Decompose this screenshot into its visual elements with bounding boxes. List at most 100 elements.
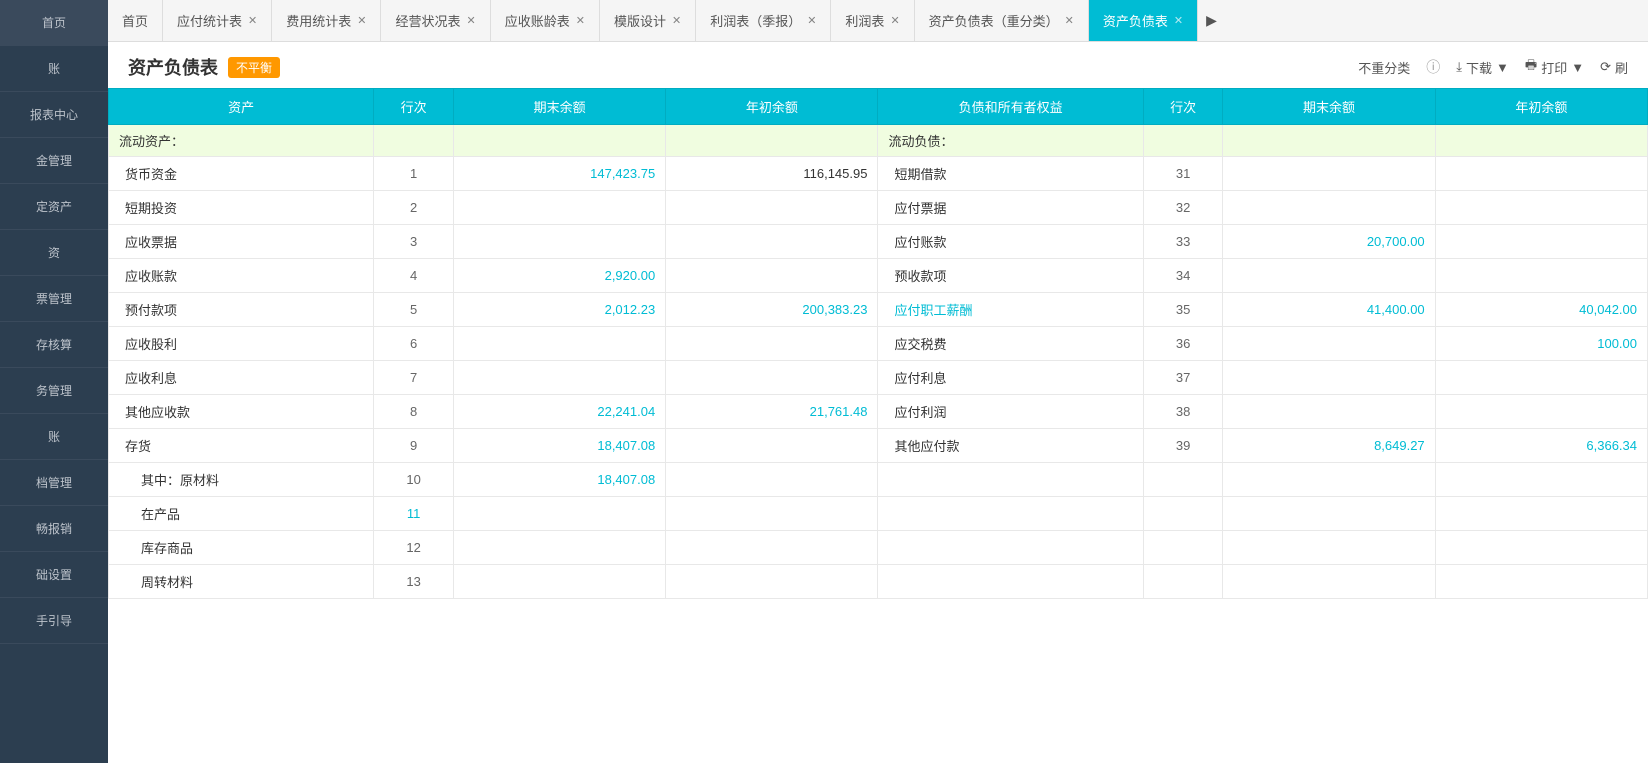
table-row: 应收账款 4 2,920.00 预收款项 34 [109, 259, 1648, 293]
left-end-amount [453, 531, 665, 565]
right-begin-amount[interactable]: 6,366.34 [1435, 429, 1647, 463]
left-label: 应收股利 [109, 327, 374, 361]
left-end-amount[interactable]: 147,423.75 [453, 157, 665, 191]
tab-arrow-right[interactable]: ▶ [1198, 12, 1225, 29]
table-row: 短期投资 2 应付票据 32 [109, 191, 1648, 225]
right-label[interactable]: 应付职工薪酬 [878, 293, 1143, 327]
print-icon: 🖶 [1525, 56, 1537, 78]
table-row: 应收股利 6 应交税费 36 100.00 [109, 327, 1648, 361]
right-label: 应付账款 [878, 225, 1143, 259]
tab-balance-reclassified[interactable]: 资产负债表（重分类） ✕ [915, 0, 1089, 41]
close-icon[interactable]: ✕ [890, 14, 899, 27]
close-icon[interactable]: ✕ [248, 14, 257, 27]
right-end-amount [1223, 361, 1435, 395]
right-begin-amount[interactable]: 40,042.00 [1435, 293, 1647, 327]
right-row-num: 32 [1143, 191, 1223, 225]
left-begin-amount[interactable]: 200,383.23 [666, 293, 878, 327]
right-row-num [1143, 463, 1223, 497]
close-icon[interactable]: ✕ [467, 14, 476, 27]
right-row-num: 39 [1143, 429, 1223, 463]
left-end-amount [453, 361, 665, 395]
right-label: 应付利润 [878, 395, 1143, 429]
right-end-amount [1223, 497, 1435, 531]
left-label: 在产品 [109, 497, 374, 531]
close-icon[interactable]: ✕ [357, 14, 366, 27]
left-label: 应收利息 [109, 361, 374, 395]
sidebar-item-inventory[interactable]: 存核算 [0, 322, 108, 368]
sidebar-item-settings[interactable]: 础设置 [0, 552, 108, 598]
left-begin-amount [666, 191, 878, 225]
left-label: 存货 [109, 429, 374, 463]
left-begin-amount [666, 497, 878, 531]
left-end-amount[interactable]: 18,407.08 [453, 463, 665, 497]
left-end-amount[interactable]: 18,407.08 [453, 429, 665, 463]
sidebar-item-expense[interactable]: 畅报销 [0, 506, 108, 552]
sidebar-item-investment[interactable]: 资 [0, 230, 108, 276]
right-label: 短期借款 [878, 157, 1143, 191]
sidebar-item-report-center[interactable]: 报表中心 [0, 92, 108, 138]
close-icon[interactable]: ✕ [672, 14, 681, 27]
page-actions: 不重分类 ⓘ ⤓ 下载 ▼ 🖶 打印 ▼ ⟳ 刷 [1358, 56, 1628, 78]
left-end-amount [453, 565, 665, 599]
right-row-num: 35 [1143, 293, 1223, 327]
download-button[interactable]: ⤓ 下载 ▼ [1456, 58, 1509, 77]
left-begin-amount [666, 429, 878, 463]
right-row-num: 33 [1143, 225, 1223, 259]
left-row-num: 12 [374, 531, 454, 565]
left-begin-amount [666, 225, 878, 259]
refresh-button[interactable]: ⟳ 刷 [1600, 58, 1628, 77]
sidebar-item-cash-mgmt[interactable]: 金管理 [0, 138, 108, 184]
left-row-num: 8 [374, 395, 454, 429]
sidebar-item-tax-mgmt[interactable]: 务管理 [0, 368, 108, 414]
right-end-amount [1223, 395, 1435, 429]
tab-receivable-aging[interactable]: 应收账龄表 ✕ [491, 0, 600, 41]
sidebar-item-archive[interactable]: 档管理 [0, 460, 108, 506]
sidebar-item-ledger[interactable]: 账 [0, 414, 108, 460]
right-begin-amount [1435, 565, 1647, 599]
print-button[interactable]: 🖶 打印 ▼ [1525, 56, 1584, 78]
tab-home[interactable]: 首页 [108, 0, 163, 41]
sidebar-item-ticket-mgmt[interactable]: 票管理 [0, 276, 108, 322]
tab-profit[interactable]: 利润表 ✕ [831, 0, 914, 41]
right-row-num: 37 [1143, 361, 1223, 395]
col-header-assets: 资产 [109, 89, 374, 125]
page-title: 资产负债表 [128, 54, 218, 80]
tab-balance-sheet[interactable]: 资产负债表 ✕ [1089, 0, 1198, 41]
right-end-amount[interactable]: 20,700.00 [1223, 225, 1435, 259]
left-row-num: 13 [374, 565, 454, 599]
close-icon[interactable]: ✕ [807, 14, 816, 27]
close-icon[interactable]: ✕ [1174, 14, 1183, 27]
right-begin-amount [1435, 361, 1647, 395]
tab-operation-status[interactable]: 经营状况表 ✕ [381, 0, 490, 41]
right-label: 预收款项 [878, 259, 1143, 293]
left-end-amount[interactable]: 2,920.00 [453, 259, 665, 293]
left-end-amount [453, 225, 665, 259]
close-icon[interactable]: ✕ [1065, 14, 1074, 27]
left-row-num: 5 [374, 293, 454, 327]
right-end-amount[interactable]: 8,649.27 [1223, 429, 1435, 463]
col-header-liabilities: 负债和所有者权益 [878, 89, 1143, 125]
sidebar-item-account[interactable]: 账 [0, 46, 108, 92]
right-row-num [1143, 497, 1223, 531]
left-row-num: 6 [374, 327, 454, 361]
right-end-amount[interactable]: 41,400.00 [1223, 293, 1435, 327]
left-end-amount[interactable]: 22,241.04 [453, 395, 665, 429]
table-row: 库存商品 12 [109, 531, 1648, 565]
table-row: 存货 9 18,407.08 其他应付款 39 8,649.27 6,366.3… [109, 429, 1648, 463]
tab-expense-stats[interactable]: 费用统计表 ✕ [272, 0, 381, 41]
left-begin-amount[interactable]: 21,761.48 [666, 395, 878, 429]
sidebar-item-fixed-assets[interactable]: 定资产 [0, 184, 108, 230]
right-begin-amount[interactable]: 100.00 [1435, 327, 1647, 361]
left-label: 应收账款 [109, 259, 374, 293]
sidebar-item-home[interactable]: 首页 [0, 0, 108, 46]
right-end-amount [1223, 191, 1435, 225]
tab-payable-stats[interactable]: 应付统计表 ✕ [163, 0, 272, 41]
right-row-num: 36 [1143, 327, 1223, 361]
left-label: 预付款项 [109, 293, 374, 327]
tab-profit-quarterly[interactable]: 利润表（季报） ✕ [696, 0, 831, 41]
close-icon[interactable]: ✕ [576, 14, 585, 27]
sidebar-item-guide[interactable]: 手引导 [0, 598, 108, 644]
help-icon[interactable]: ⓘ [1426, 57, 1440, 77]
left-end-amount[interactable]: 2,012.23 [453, 293, 665, 327]
tab-template-design[interactable]: 模版设计 ✕ [600, 0, 696, 41]
